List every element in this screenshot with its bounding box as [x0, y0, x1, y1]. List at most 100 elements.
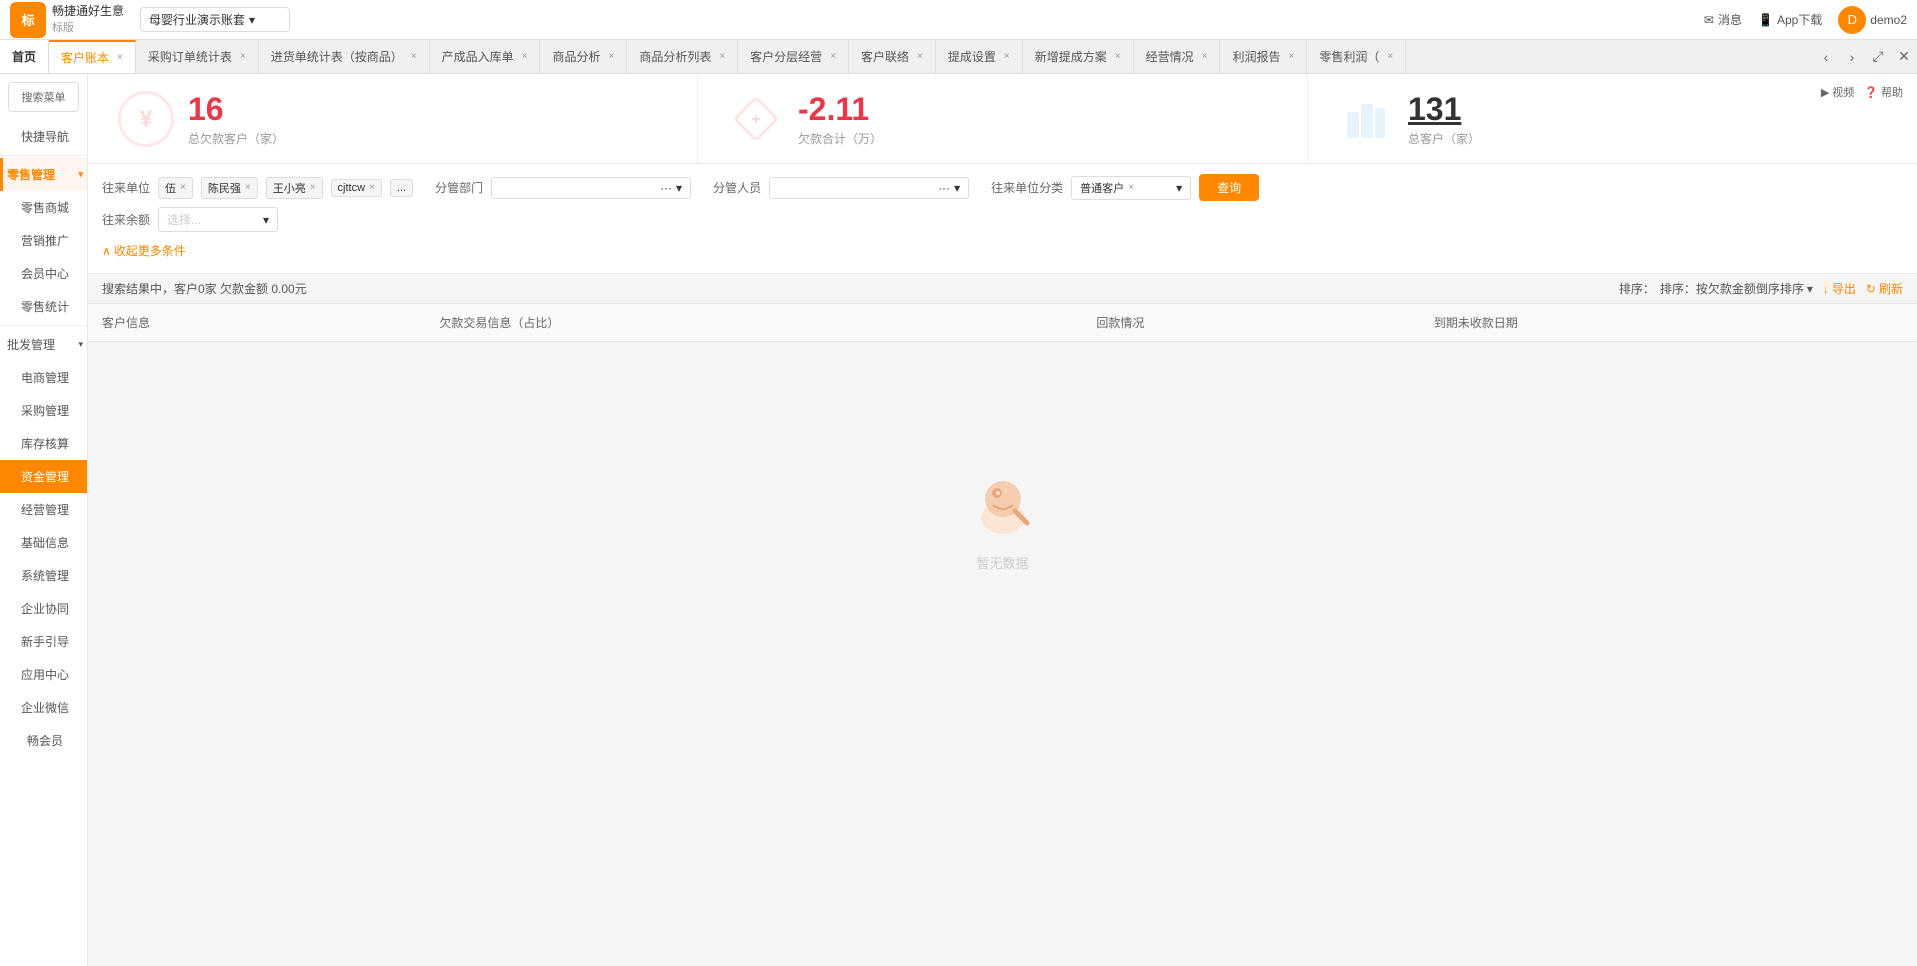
sidebar-search-btn[interactable]: 搜索菜单	[8, 82, 79, 112]
dept-filter-select[interactable]: ··· ▾	[491, 177, 691, 199]
filter-tag-more[interactable]: ...	[390, 179, 413, 197]
sidebar-item-marketing[interactable]: 营销推广	[0, 224, 87, 257]
sidebar-item-label: 电商管理	[21, 371, 69, 385]
sidebar-item-system-mgmt[interactable]: 系统管理	[0, 559, 87, 592]
tab-customer-ledger-close[interactable]: ×	[117, 52, 123, 63]
stat-text-customers: 16 总欠款客户（家）	[188, 91, 284, 147]
sidebar-item-member-center[interactable]: 会员中心	[0, 257, 87, 290]
tab-new-commission[interactable]: 新增提成方案 ×	[1023, 40, 1134, 74]
app-download-btn[interactable]: 📱 App下载	[1758, 11, 1822, 28]
close-icon[interactable]: ×	[1387, 51, 1393, 62]
sidebar-item-app-center[interactable]: 应用中心	[0, 658, 87, 691]
tab-product-instock[interactable]: 产成品入库单 ×	[430, 40, 541, 74]
tab-retail-profit[interactable]: 零售利润（ ×	[1307, 40, 1406, 74]
filter-tag-unit2[interactable]: 陈民强 ×	[201, 177, 258, 199]
export-btn[interactable]: ↓ 导出	[1823, 280, 1856, 297]
filter-tag-unit4[interactable]: cjttcw ×	[331, 179, 382, 197]
tab-expand-btn[interactable]: ⤢	[1865, 44, 1891, 70]
tab-customer-contact[interactable]: 客户联络 ×	[849, 40, 936, 74]
sidebar-item-newbie-guide[interactable]: 新手引导	[0, 625, 87, 658]
account-select[interactable]: 母婴行业演示账套 ▾	[140, 7, 290, 32]
tab-business-situation[interactable]: 经营情况 ×	[1134, 40, 1221, 74]
tab-close-all-btn[interactable]: ✕	[1891, 44, 1917, 70]
results-summary: 搜索结果中，客户0家 欠款金额 0.00元	[102, 280, 307, 297]
table-header-row: 客户信息 欠款交易信息（占比） 回款情况 到期未收款日期	[88, 304, 1917, 342]
sidebar-item-finance[interactable]: 资金管理	[0, 460, 87, 493]
chevron-icon: ▾	[78, 339, 83, 350]
user-profile-btn[interactable]: D demo2	[1838, 6, 1907, 34]
remove-icon[interactable]: ×	[1128, 182, 1134, 193]
sidebar-search-area: 搜索菜单	[0, 74, 87, 120]
tab-label: 采购订单统计表	[148, 48, 232, 65]
tab-scroll-left-btn[interactable]: ‹	[1813, 44, 1839, 70]
tab-profit-report[interactable]: 利润报告 ×	[1220, 40, 1307, 74]
app-logo-icon: 标	[10, 2, 46, 38]
sidebar-item-wholesale-mgmt[interactable]: 批发管理 ▾	[0, 328, 87, 361]
unit-filter-label: 往来单位	[102, 179, 150, 196]
tab-purchase-product-stats[interactable]: 进货单统计表（按商品） ×	[259, 40, 430, 74]
sidebar-item-label: 畅会员	[27, 734, 63, 748]
top-right-area: ✉ 消息 📱 App下载 D demo2	[1704, 6, 1907, 34]
tab-purchase-order-stats[interactable]: 采购订单统计表 ×	[136, 40, 259, 74]
remove-icon[interactable]: ×	[369, 182, 375, 193]
category-tag[interactable]: 普通客户 ×	[1080, 180, 1134, 196]
filter-tag-unit3[interactable]: 王小亮 ×	[266, 177, 323, 199]
account-name: 母婴行业演示账套	[149, 11, 245, 28]
close-icon[interactable]: ×	[1288, 51, 1294, 62]
stat-icon-arrears: +	[728, 91, 784, 147]
close-icon[interactable]: ×	[522, 51, 528, 62]
stat-text-total: 131 总客户（家）	[1408, 91, 1480, 147]
dept-filter-label: 分管部门	[435, 179, 483, 196]
sidebar-item-enterprise-wechat[interactable]: 企业微信	[0, 691, 87, 724]
close-icon[interactable]: ×	[1115, 51, 1121, 62]
sidebar-item-enterprise-collab[interactable]: 企业协同	[0, 592, 87, 625]
tab-scroll-right-btn[interactable]: ›	[1839, 44, 1865, 70]
remove-icon[interactable]: ×	[310, 182, 316, 193]
sidebar-item-operations[interactable]: 经营管理	[0, 493, 87, 526]
col-header-arrears-info: 欠款交易信息（占比）	[425, 304, 1082, 342]
message-btn[interactable]: ✉ 消息	[1704, 11, 1742, 28]
search-btn[interactable]: 查询	[1199, 174, 1259, 201]
sidebar-item-quick-nav[interactable]: 快捷导航	[0, 120, 87, 153]
close-icon[interactable]: ×	[608, 51, 614, 62]
sidebar-item-label: 零售管理	[7, 166, 55, 183]
remove-icon[interactable]: ×	[245, 182, 251, 193]
sidebar-item-purchase-mgmt[interactable]: 采购管理	[0, 394, 87, 427]
video-btn[interactable]: ▶ 视频	[1821, 84, 1854, 100]
sidebar-item-inventory[interactable]: 库存核算	[0, 427, 87, 460]
sidebar-item-retail-stats[interactable]: 零售统计	[0, 290, 87, 323]
close-icon[interactable]: ×	[1202, 51, 1208, 62]
remove-icon[interactable]: ×	[180, 182, 186, 193]
balance-filter-select[interactable]: 选择... ▾	[158, 207, 278, 232]
filter-tag-unit1[interactable]: 伍 ×	[158, 177, 193, 199]
close-icon[interactable]: ×	[719, 51, 725, 62]
svg-text:+: +	[751, 111, 760, 128]
sidebar-item-retail-mgmt[interactable]: 零售管理 ▾	[0, 158, 87, 191]
balance-filter-label: 往来余额	[102, 211, 150, 228]
close-icon[interactable]: ×	[411, 51, 417, 62]
tab-customer-tier[interactable]: 客户分层经营 ×	[738, 40, 849, 74]
refresh-btn[interactable]: ↻ 刷新	[1866, 280, 1903, 297]
category-filter-select[interactable]: 普通客户 × ▾	[1071, 176, 1191, 200]
tab-customer-ledger[interactable]: 客户账本 ×	[49, 40, 136, 74]
tab-home[interactable]: 首页	[0, 40, 49, 74]
close-icon[interactable]: ×	[830, 51, 836, 62]
person-filter-select[interactable]: ··· ▾	[769, 177, 969, 199]
sidebar-item-ecommerce[interactable]: 电商管理	[0, 361, 87, 394]
sort-select[interactable]: 排序： 排序：按欠款金额倒序排序 ▾	[1619, 280, 1813, 297]
tab-label: 经营情况	[1146, 48, 1194, 65]
sidebar-item-retail-shop[interactable]: 零售商城	[0, 191, 87, 224]
sidebar-item-basic-info[interactable]: 基础信息	[0, 526, 87, 559]
tab-commission-settings[interactable]: 提成设置 ×	[936, 40, 1023, 74]
close-icon[interactable]: ×	[1004, 51, 1010, 62]
collapse-btn[interactable]: ∧ 收起更多条件	[102, 238, 1903, 263]
tab-label: 商品分析列表	[639, 48, 711, 65]
tab-label: 新增提成方案	[1035, 48, 1107, 65]
tab-product-analysis[interactable]: 商品分析 ×	[540, 40, 627, 74]
sidebar-item-chang-member[interactable]: 畅会员	[0, 724, 87, 757]
tab-product-analysis-list[interactable]: 商品分析列表 ×	[627, 40, 738, 74]
close-icon[interactable]: ×	[240, 51, 246, 62]
help-btn[interactable]: ❓ 帮助	[1864, 84, 1903, 100]
sidebar-item-label: 系统管理	[21, 569, 69, 583]
close-icon[interactable]: ×	[917, 51, 923, 62]
